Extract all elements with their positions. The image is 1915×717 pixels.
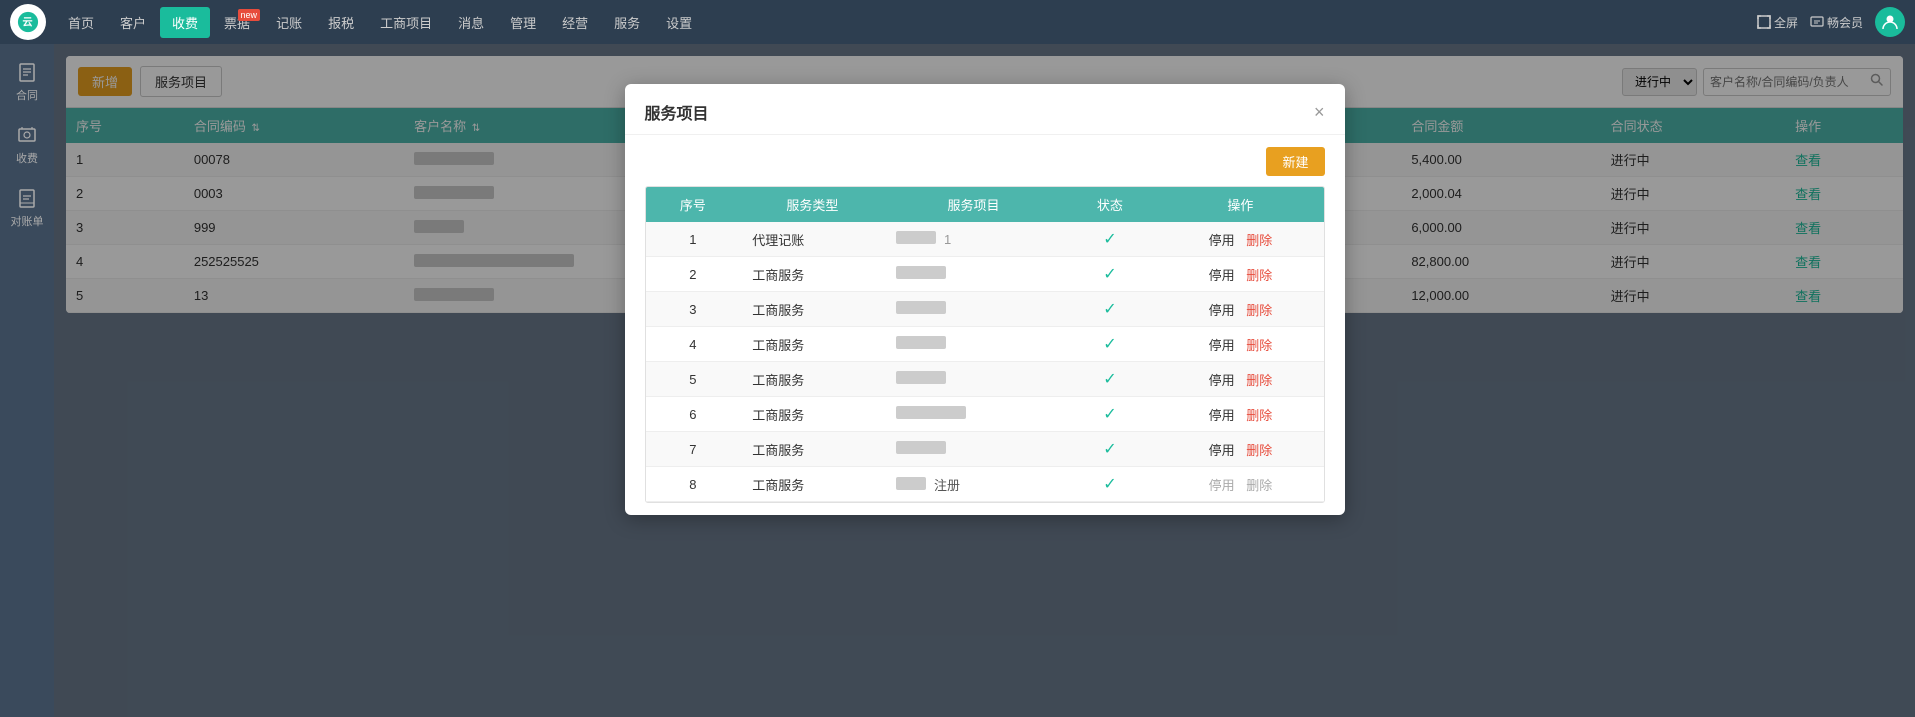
svg-text:云: 云 bbox=[23, 17, 33, 29]
modal-new-button[interactable]: 新建 bbox=[1266, 147, 1324, 176]
nav-items: 首页 客户 收费 票据 new 记账 报税 工商项目 消息 管理 经营 服务 设… bbox=[56, 7, 1757, 38]
top-navigation: 云 首页 客户 收费 票据 new 记账 报税 工商项目 消息 管理 经营 服务… bbox=[0, 0, 1915, 44]
stop-button[interactable]: 停用 bbox=[1209, 443, 1235, 458]
sidebar-item-contract[interactable]: 合同 bbox=[2, 52, 52, 111]
nav-operation[interactable]: 经营 bbox=[550, 7, 600, 38]
list-item: 4 工商服务 ✓ 停用 删除 bbox=[646, 327, 1324, 362]
delete-button[interactable]: 删除 bbox=[1246, 478, 1272, 493]
contract-icon bbox=[15, 60, 39, 84]
member-button[interactable]: 畅会员 bbox=[1810, 14, 1863, 31]
modal-col-status: 状态 bbox=[1063, 187, 1158, 222]
modal-title: 服务项目 bbox=[645, 100, 709, 124]
modal-toolbar: 新建 bbox=[645, 147, 1325, 176]
list-item: 5 工商服务 ✓ 停用 删除 bbox=[646, 362, 1324, 397]
list-item: 3 工商服务 ✓ 停用 删除 bbox=[646, 292, 1324, 327]
fee-icon bbox=[15, 123, 39, 147]
modal-close-button[interactable]: × bbox=[1314, 103, 1325, 121]
modal-col-action: 操作 bbox=[1157, 187, 1323, 222]
service-item-modal: 服务项目 × 新建 序号 服务类型 服务项目 bbox=[625, 84, 1345, 515]
main-layout: 合同 收费 对账单 bbox=[0, 44, 1915, 717]
delete-button[interactable]: 删除 bbox=[1246, 303, 1272, 318]
nav-service[interactable]: 服务 bbox=[602, 7, 652, 38]
sidebar-fee-label: 收费 bbox=[16, 150, 38, 166]
modal-col-item: 服务项目 bbox=[884, 187, 1062, 222]
app-logo[interactable]: 云 bbox=[10, 4, 46, 40]
modal-table-wrap[interactable]: 序号 服务类型 服务项目 状态 操作 1 代理记账 bbox=[645, 186, 1325, 503]
modal-body: 新建 序号 服务类型 服务项目 状态 操作 bbox=[625, 135, 1345, 515]
modal-overlay: 服务项目 × 新建 序号 服务类型 服务项目 bbox=[54, 44, 1915, 717]
nav-bookkeeping[interactable]: 记账 bbox=[264, 7, 314, 38]
sidebar-contract-label: 合同 bbox=[16, 87, 38, 103]
nav-manage[interactable]: 管理 bbox=[498, 7, 548, 38]
stop-button[interactable]: 停用 bbox=[1209, 338, 1235, 353]
nav-right: 全屏 畅会员 bbox=[1757, 7, 1905, 37]
list-item: 6 工商服务 ✓ 停用 删除 bbox=[646, 397, 1324, 432]
modal-table-body: 1 代理记账 1 ✓ 停用 删除 bbox=[646, 222, 1324, 502]
nav-home[interactable]: 首页 bbox=[56, 7, 106, 38]
new-badge: new bbox=[238, 9, 261, 21]
list-item: 2 工商服务 ✓ 停用 删除 bbox=[646, 257, 1324, 292]
left-sidebar: 合同 收费 对账单 bbox=[0, 44, 54, 717]
content-area: 新增 服务项目 进行中 已完成 已终止 bbox=[54, 44, 1915, 717]
nav-message[interactable]: 消息 bbox=[446, 7, 496, 38]
nav-invoice[interactable]: 票据 new bbox=[212, 7, 262, 38]
sidebar-item-bill[interactable]: 对账单 bbox=[2, 178, 52, 237]
delete-button[interactable]: 删除 bbox=[1246, 338, 1272, 353]
user-avatar[interactable] bbox=[1875, 7, 1905, 37]
stop-button[interactable]: 停用 bbox=[1209, 268, 1235, 283]
sidebar-bill-label: 对账单 bbox=[11, 213, 44, 229]
service-items-table: 序号 服务类型 服务项目 状态 操作 1 代理记账 bbox=[646, 187, 1324, 502]
stop-button[interactable]: 停用 bbox=[1209, 408, 1235, 423]
list-item: 7 工商服务 ✓ 停用 删除 bbox=[646, 432, 1324, 467]
fullscreen-button[interactable]: 全屏 bbox=[1757, 14, 1798, 31]
stop-button[interactable]: 停用 bbox=[1209, 478, 1235, 493]
nav-business[interactable]: 工商项目 bbox=[368, 7, 444, 38]
delete-button[interactable]: 删除 bbox=[1246, 373, 1272, 388]
stop-button[interactable]: 停用 bbox=[1209, 233, 1235, 248]
modal-table-header: 序号 服务类型 服务项目 状态 操作 bbox=[646, 187, 1324, 222]
delete-button[interactable]: 删除 bbox=[1246, 233, 1272, 248]
modal-col-seq: 序号 bbox=[646, 187, 741, 222]
nav-fee[interactable]: 收费 bbox=[160, 7, 210, 38]
list-item: 8 工商服务 注册 ✓ 停用 删除 bbox=[646, 467, 1324, 502]
list-item: 1 代理记账 1 ✓ 停用 删除 bbox=[646, 222, 1324, 257]
nav-tax[interactable]: 报税 bbox=[316, 7, 366, 38]
modal-header: 服务项目 × bbox=[625, 84, 1345, 135]
modal-col-type: 服务类型 bbox=[740, 187, 884, 222]
nav-customer[interactable]: 客户 bbox=[108, 7, 158, 38]
stop-button[interactable]: 停用 bbox=[1209, 303, 1235, 318]
delete-button[interactable]: 删除 bbox=[1246, 268, 1272, 283]
stop-button[interactable]: 停用 bbox=[1209, 373, 1235, 388]
sidebar-item-fee[interactable]: 收费 bbox=[2, 115, 52, 174]
bill-icon bbox=[15, 186, 39, 210]
nav-settings[interactable]: 设置 bbox=[654, 7, 704, 38]
delete-button[interactable]: 删除 bbox=[1246, 443, 1272, 458]
delete-button[interactable]: 删除 bbox=[1246, 408, 1272, 423]
